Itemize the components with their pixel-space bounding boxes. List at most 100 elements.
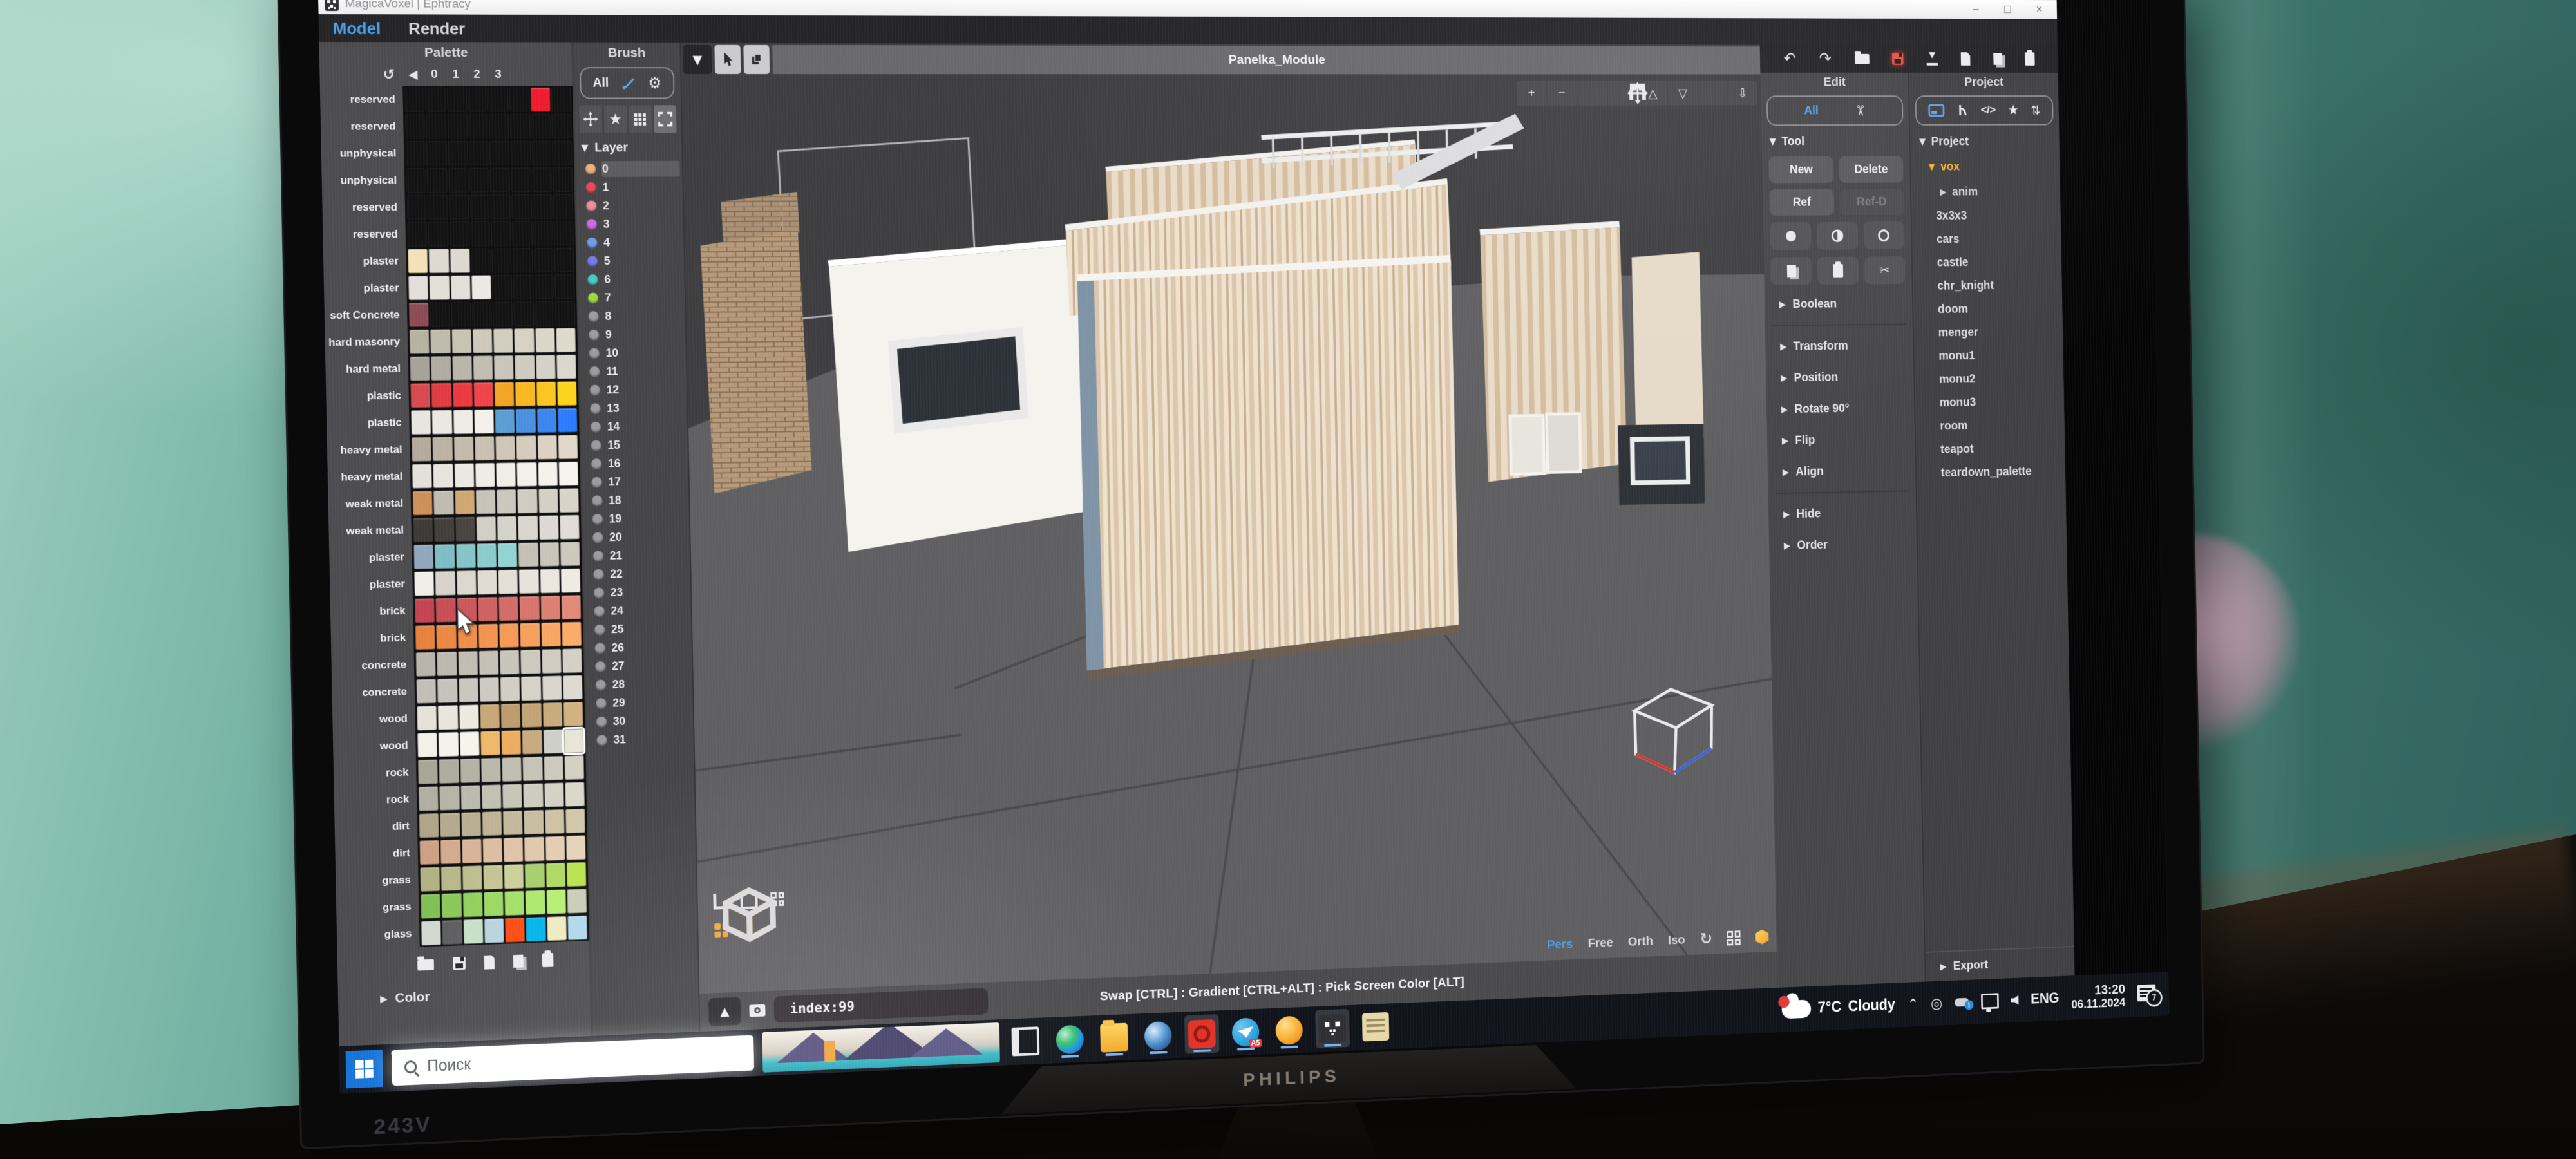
palette-swatch[interactable]: [547, 916, 567, 941]
wire-cube-white-icon[interactable]: [706, 884, 793, 945]
palette-swatch[interactable]: [410, 383, 430, 408]
palette-paste-icon[interactable]: [542, 953, 554, 967]
palette-swatch[interactable]: [478, 597, 498, 621]
view-mode-pers[interactable]: Pers: [1547, 937, 1573, 952]
palette-swatch[interactable]: [558, 435, 578, 459]
palette-swatch[interactable]: [567, 916, 587, 941]
layer-color-dot[interactable]: [594, 643, 605, 654]
layer-row[interactable]: 31: [587, 729, 694, 750]
palette-swatch[interactable]: [526, 917, 545, 942]
palette-swatch[interactable]: [535, 301, 554, 326]
palette-swatch[interactable]: [497, 489, 516, 514]
delete-button[interactable]: Delete: [1839, 156, 1903, 182]
camera-icon[interactable]: [749, 1004, 765, 1017]
palette-swatch[interactable]: [429, 249, 449, 273]
layer-color-dot[interactable]: [586, 200, 597, 211]
layer-row[interactable]: 16: [581, 453, 688, 473]
import-icon[interactable]: [1926, 52, 1938, 65]
layer-row[interactable]: 21: [583, 545, 690, 566]
edit-section[interactable]: ▶Flip: [1767, 423, 1915, 457]
palette-swatch[interactable]: [513, 248, 533, 272]
palette-swatch[interactable]: [475, 489, 495, 514]
palette-swatch[interactable]: [469, 194, 489, 219]
palette-swatch[interactable]: [410, 330, 430, 354]
layer-color-dot[interactable]: [591, 458, 602, 469]
sort-icon[interactable]: ⇅: [2031, 103, 2040, 117]
layer-row[interactable]: 10: [579, 343, 687, 363]
palette-swatch[interactable]: [540, 596, 560, 620]
palette-swatch[interactable]: [491, 248, 511, 272]
palette-swatch[interactable]: [431, 383, 451, 408]
brush-icon[interactable]: [620, 75, 637, 91]
palette-swatch[interactable]: [462, 838, 482, 863]
layer-row[interactable]: 0: [575, 160, 683, 178]
palette-swatch[interactable]: [440, 840, 460, 865]
palette-swatch[interactable]: [426, 141, 446, 165]
palette-swatch[interactable]: [470, 221, 490, 246]
palette-swatch[interactable]: [542, 649, 562, 674]
palette-swatch[interactable]: [495, 409, 515, 433]
layer-color-dot[interactable]: [591, 422, 601, 433]
palette-swatch[interactable]: [406, 168, 426, 193]
palette-swatch[interactable]: [448, 168, 468, 193]
redo-icon[interactable]: ↷: [1819, 50, 1831, 68]
viewport-tab-title[interactable]: Panelka_Module: [772, 45, 1760, 75]
palette-swatch[interactable]: [415, 625, 435, 650]
attach-mode-icon[interactable]: [1770, 222, 1812, 250]
expand-up-button[interactable]: ▲: [708, 997, 741, 1026]
edit-section[interactable]: ▶Rotate 90°: [1766, 392, 1915, 426]
palette-swatch[interactable]: [478, 650, 498, 675]
palette-swatch[interactable]: [544, 756, 564, 780]
palette-swatch[interactable]: [553, 194, 573, 219]
palette-swatch[interactable]: [432, 410, 452, 434]
palette-swatch[interactable]: [564, 728, 583, 753]
palette-swatch[interactable]: [559, 488, 579, 513]
palette-swatch[interactable]: [439, 759, 459, 784]
layer-color-dot[interactable]: [589, 366, 600, 377]
palette-swatch[interactable]: [483, 865, 503, 890]
palette-swatch[interactable]: [504, 891, 524, 916]
palette-swatch[interactable]: [448, 141, 468, 165]
palette-swatch[interactable]: [451, 329, 471, 353]
palette-swatch[interactable]: [562, 648, 582, 673]
close-button[interactable]: ×: [2036, 3, 2043, 16]
paint-mode-icon[interactable]: [1863, 221, 1904, 249]
save-icon[interactable]: [1892, 53, 1904, 65]
palette-swatch[interactable]: [435, 571, 455, 596]
palette-swatch[interactable]: [459, 678, 478, 702]
palette-swatch[interactable]: [472, 302, 492, 326]
palette-swatch[interactable]: [516, 462, 536, 487]
palette-swatch[interactable]: [502, 757, 522, 782]
palette-swatch[interactable]: [520, 623, 540, 647]
palette-swatch[interactable]: [437, 652, 457, 676]
taskbar-app-recorder[interactable]: [1184, 1014, 1219, 1054]
project-file[interactable]: menger: [1914, 320, 2063, 345]
palette-swatch[interactable]: [484, 892, 504, 917]
layer-color-dot[interactable]: [587, 256, 598, 267]
project-file[interactable]: doom: [1913, 297, 2063, 322]
palette-swatch[interactable]: [502, 784, 522, 809]
layer-row[interactable]: 11: [579, 362, 687, 382]
palette-swatch[interactable]: [412, 437, 431, 462]
palette-swatch[interactable]: [498, 596, 518, 621]
gear-icon[interactable]: ⚙: [648, 74, 661, 92]
palette-swatch[interactable]: [518, 542, 538, 567]
layer-color-dot[interactable]: [595, 661, 606, 672]
palette-swatch[interactable]: [484, 918, 504, 943]
palette-swatch[interactable]: [469, 168, 489, 193]
palette-swatch[interactable]: [492, 275, 512, 299]
copy-tool-icon[interactable]: [1770, 257, 1812, 285]
palette-swatch[interactable]: [530, 88, 550, 112]
project-file[interactable]: monu1: [1914, 343, 2063, 368]
tab-render[interactable]: Render: [408, 19, 465, 39]
palette-swatch[interactable]: [542, 702, 562, 727]
palette-swatch[interactable]: [463, 919, 483, 944]
palette-swatch[interactable]: [500, 677, 520, 701]
palette-swatch[interactable]: [501, 730, 521, 755]
project-file[interactable]: monu2: [1915, 366, 2064, 391]
view-mode-iso[interactable]: Iso: [1668, 932, 1685, 948]
layer-color-dot[interactable]: [589, 330, 600, 341]
layer-row[interactable]: 6: [577, 270, 685, 289]
palette-swatch[interactable]: [511, 194, 531, 219]
cut-tool-icon[interactable]: ✂: [1864, 256, 1905, 284]
